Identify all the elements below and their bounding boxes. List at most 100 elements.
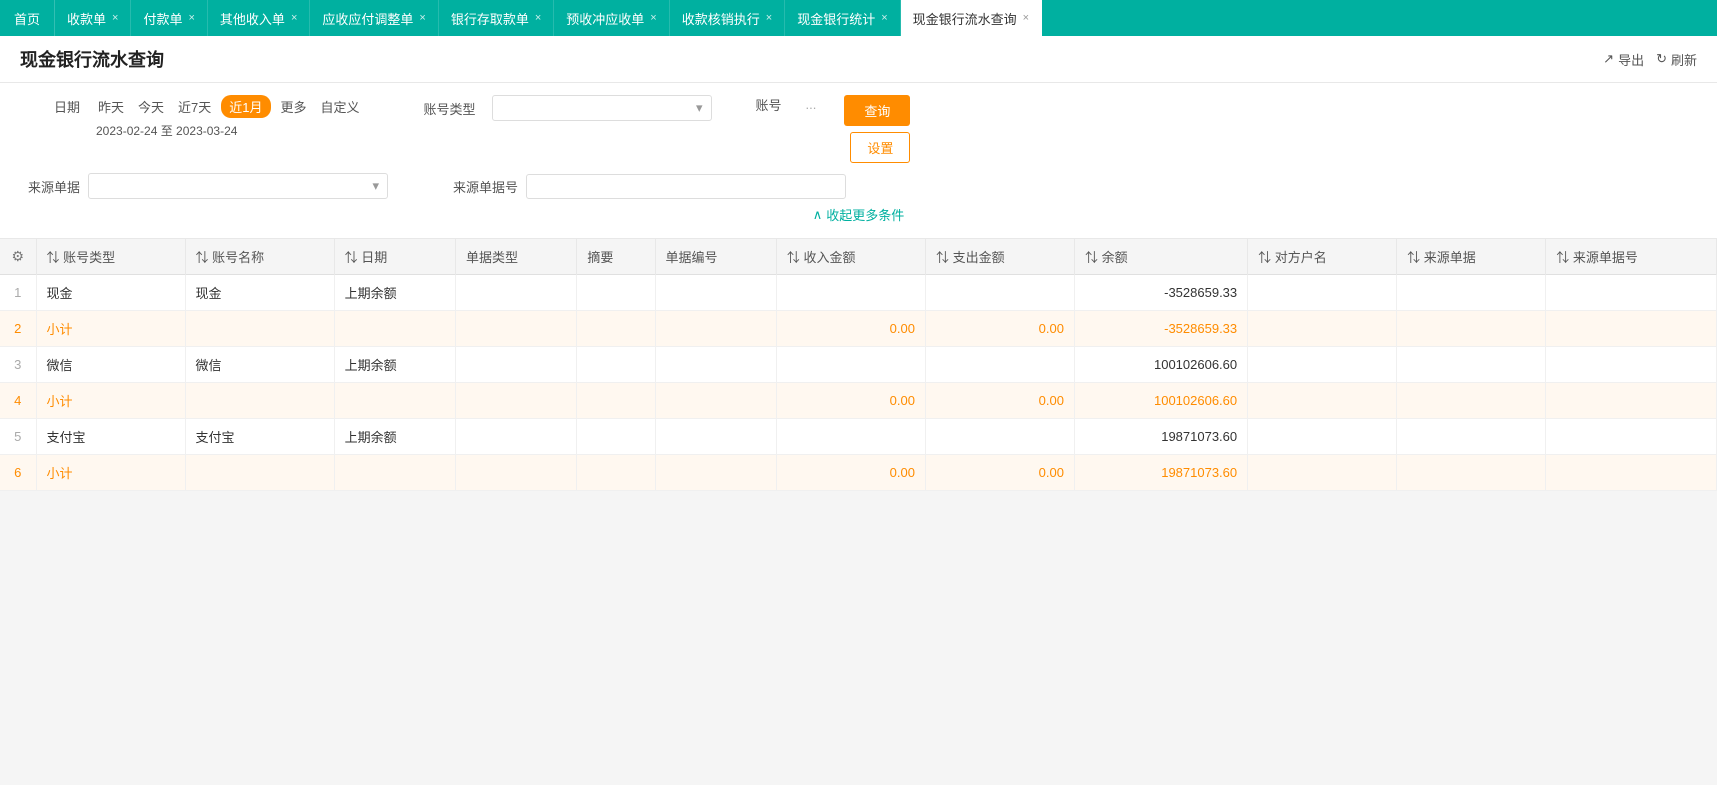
close-icon[interactable]: × <box>419 12 425 24</box>
shortcut-today[interactable]: 今天 <box>134 95 168 118</box>
account-label: 账号 <box>752 95 782 114</box>
cell-counterpart <box>1248 455 1397 491</box>
collapse-bar[interactable]: ∧ 收起更多条件 <box>20 199 1697 226</box>
row-number: 5 <box>0 419 36 455</box>
col-account-name[interactable]: ⇅ 账号名称 <box>185 239 334 275</box>
close-icon[interactable]: × <box>291 12 297 24</box>
account-type-select[interactable]: ▾ <box>492 95 712 121</box>
close-icon[interactable]: × <box>650 12 656 24</box>
source-doc-group: 来源单据 ▾ <box>20 173 388 199</box>
chevron-up-icon: ∧ <box>813 207 823 223</box>
col-source-doc[interactable]: ⇅ 来源单据 <box>1397 239 1546 275</box>
cell-date: 上期余额 <box>334 347 455 383</box>
cell-account-type: 小计 <box>36 383 185 419</box>
cell-source-doc <box>1397 347 1546 383</box>
cell-expense: 0.00 <box>925 455 1074 491</box>
col-date[interactable]: ⇅ 日期 <box>334 239 455 275</box>
nav-home[interactable]: 首页 <box>0 0 55 36</box>
col-account-type[interactable]: ⇅ 账号类型 <box>36 239 185 275</box>
shortcut-yesterday[interactable]: 昨天 <box>94 95 128 118</box>
refresh-button[interactable]: ↻ 刷新 <box>1656 50 1697 69</box>
col-doc-type[interactable]: 单据类型 <box>455 239 576 275</box>
source-doc-select[interactable]: ▾ <box>88 173 388 199</box>
cell-source-doc-num <box>1546 419 1717 455</box>
col-source-doc-num[interactable]: ⇅ 来源单据号 <box>1546 239 1717 275</box>
cell-source-doc-num <box>1546 311 1717 347</box>
date-range: 2023-02-24 至 2023-03-24 <box>96 124 237 138</box>
query-button[interactable]: 查询 <box>844 95 910 126</box>
col-balance[interactable]: ⇅ 余额 <box>1074 239 1247 275</box>
gear-icon[interactable]: ⚙ <box>11 248 24 264</box>
top-nav: 首页 收款单 × 付款单 × 其他收入单 × 应收应付调整单 × 银行存取款单 … <box>0 0 1717 36</box>
nav-tab-7[interactable]: 现金银行统计 × <box>785 0 900 36</box>
cell-income: 0.00 <box>776 455 925 491</box>
col-counterpart[interactable]: ⇅ 对方户名 <box>1248 239 1397 275</box>
shortcut-custom[interactable]: 自定义 <box>317 95 364 118</box>
cell-balance: 100102606.60 <box>1074 383 1247 419</box>
filter-area: 日期 昨天 今天 近7天 近1月 更多 自定义 2023-02-24 至 202… <box>0 83 1717 239</box>
cell-doc-number <box>655 275 776 311</box>
cell-source-doc <box>1397 275 1546 311</box>
source-doc-num-input[interactable] <box>526 174 846 199</box>
col-expense[interactable]: ⇅ 支出金额 <box>925 239 1074 275</box>
nav-tab-8[interactable]: 现金银行流水查询 × <box>901 0 1042 36</box>
account-dots[interactable]: ... <box>806 97 817 112</box>
cell-date <box>334 383 455 419</box>
table-row: 1现金现金上期余额-3528659.33 <box>0 275 1717 311</box>
table-row: 3微信微信上期余额100102606.60 <box>0 347 1717 383</box>
cell-doc-type <box>455 383 576 419</box>
cell-doc-type <box>455 347 576 383</box>
cell-counterpart <box>1248 275 1397 311</box>
shortcut-7days[interactable]: 近7天 <box>174 95 215 118</box>
close-icon[interactable]: × <box>188 12 194 24</box>
cell-expense <box>925 275 1074 311</box>
cell-counterpart <box>1248 347 1397 383</box>
cell-source-doc-num <box>1546 455 1717 491</box>
data-table: ⚙ ⇅ 账号类型 ⇅ 账号名称 ⇅ 日期 单据类型 摘要 单据编号 ⇅ 收入金额 <box>0 239 1717 491</box>
close-icon[interactable]: × <box>1023 12 1029 24</box>
date-label: 日期 <box>20 97 80 116</box>
settings-button[interactable]: 设置 <box>850 132 910 163</box>
cell-doc-number <box>655 311 776 347</box>
shortcut-1month[interactable]: 近1月 <box>221 95 270 118</box>
export-button[interactable]: ↗ 导出 <box>1603 50 1644 69</box>
col-income[interactable]: ⇅ 收入金额 <box>776 239 925 275</box>
col-settings[interactable]: ⚙ <box>0 239 36 275</box>
cell-account-type: 小计 <box>36 455 185 491</box>
cell-balance: -3528659.33 <box>1074 275 1247 311</box>
cell-balance: 19871073.60 <box>1074 419 1247 455</box>
row-number: 3 <box>0 347 36 383</box>
nav-tab-0[interactable]: 收款单 × <box>55 0 131 36</box>
cell-doc-type <box>455 419 576 455</box>
cell-source-doc-num <box>1546 275 1717 311</box>
table-row: 5支付宝支付宝上期余额19871073.60 <box>0 419 1717 455</box>
nav-tab-1[interactable]: 付款单 × <box>131 0 207 36</box>
cell-summary <box>577 311 655 347</box>
cell-account-type: 支付宝 <box>36 419 185 455</box>
shortcut-more[interactable]: 更多 <box>277 95 311 118</box>
table-row: 4小计0.000.00100102606.60 <box>0 383 1717 419</box>
cell-balance: -3528659.33 <box>1074 311 1247 347</box>
cell-expense: 0.00 <box>925 383 1074 419</box>
nav-tab-5[interactable]: 预收冲应收单 × <box>554 0 669 36</box>
nav-tab-2[interactable]: 其他收入单 × <box>208 0 310 36</box>
cell-account-type: 小计 <box>36 311 185 347</box>
cell-expense: 0.00 <box>925 311 1074 347</box>
table-row: 2小计0.000.00-3528659.33 <box>0 311 1717 347</box>
close-icon[interactable]: × <box>535 12 541 24</box>
close-icon[interactable]: × <box>881 12 887 24</box>
cell-counterpart <box>1248 311 1397 347</box>
date-shortcuts: 昨天 今天 近7天 近1月 更多 自定义 <box>94 95 364 118</box>
cell-account-name: 支付宝 <box>185 419 334 455</box>
close-icon[interactable]: × <box>112 12 118 24</box>
cell-doc-type <box>455 455 576 491</box>
nav-tab-4[interactable]: 银行存取款单 × <box>439 0 554 36</box>
header-actions: ↗ 导出 ↻ 刷新 <box>1603 50 1697 69</box>
cell-balance: 100102606.60 <box>1074 347 1247 383</box>
cell-summary <box>577 383 655 419</box>
nav-tab-3[interactable]: 应收应付调整单 × <box>310 0 438 36</box>
close-icon[interactable]: × <box>766 12 772 24</box>
nav-tab-6[interactable]: 收款核销执行 × <box>670 0 785 36</box>
cell-doc-number <box>655 455 776 491</box>
cell-summary <box>577 455 655 491</box>
